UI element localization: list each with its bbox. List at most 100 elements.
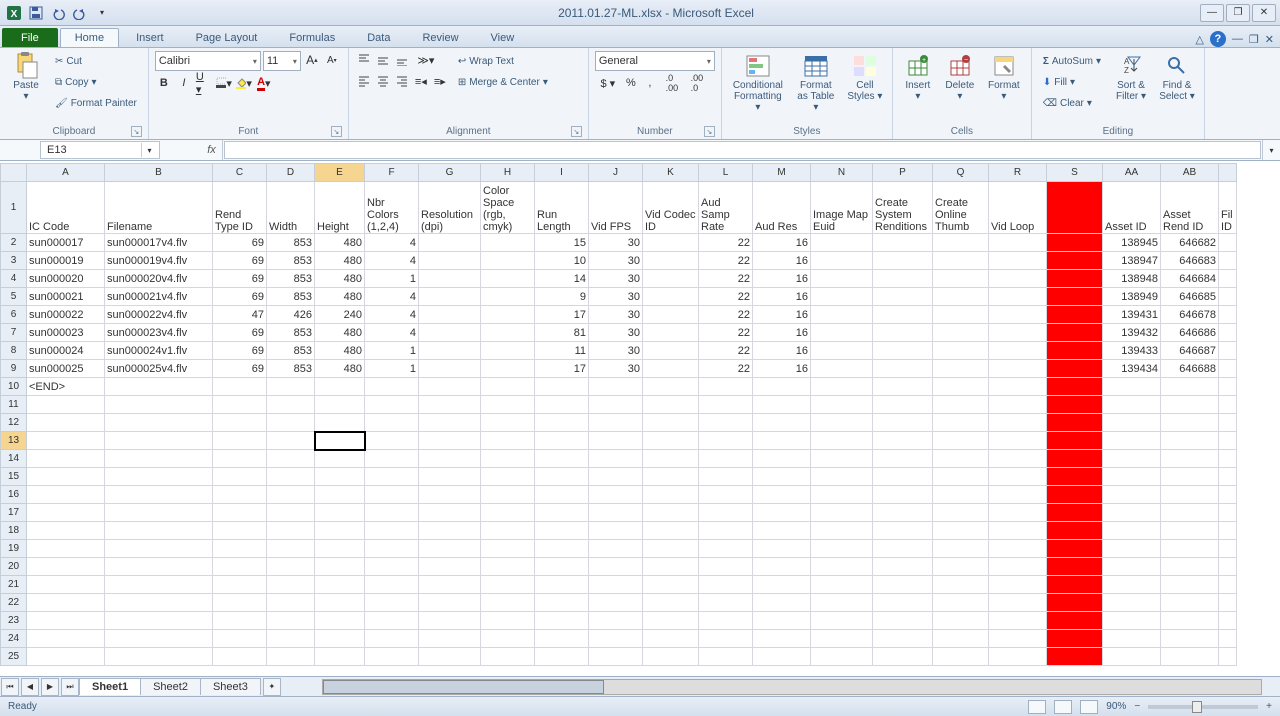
cell-R4[interactable] — [989, 270, 1047, 288]
cell-L23[interactable] — [699, 612, 753, 630]
cell-G4[interactable] — [419, 270, 481, 288]
cell-D5[interactable]: 853 — [267, 288, 315, 306]
cell-L4[interactable]: 22 — [699, 270, 753, 288]
cell-M21[interactable] — [753, 576, 811, 594]
cell-AA23[interactable] — [1103, 612, 1161, 630]
row-header-1[interactable]: 1 — [1, 182, 27, 234]
cell-B18[interactable] — [105, 522, 213, 540]
cell-B6[interactable]: sun000022v4.flv — [105, 306, 213, 324]
col-header-D[interactable]: D — [267, 164, 315, 182]
clipboard-launcher-icon[interactable]: ↘ — [131, 126, 142, 137]
cell-S7[interactable] — [1047, 324, 1103, 342]
cell-R14[interactable] — [989, 450, 1047, 468]
cell-P22[interactable] — [873, 594, 933, 612]
cell-S11[interactable] — [1047, 396, 1103, 414]
cell-AA13[interactable] — [1103, 432, 1161, 450]
cell-A1[interactable]: IC Code — [27, 182, 105, 234]
col-header-P[interactable]: P — [873, 164, 933, 182]
sheet-tab-sheet1[interactable]: Sheet1 — [79, 678, 141, 695]
cell-J2[interactable]: 30 — [589, 234, 643, 252]
cell-P12[interactable] — [873, 414, 933, 432]
cell-E11[interactable] — [315, 396, 365, 414]
cell-F10[interactable] — [365, 378, 419, 396]
cell-E24[interactable] — [315, 630, 365, 648]
cell-M4[interactable]: 16 — [753, 270, 811, 288]
first-sheet-nav-icon[interactable]: ⏮ — [1, 678, 19, 696]
cell-F20[interactable] — [365, 558, 419, 576]
cell-AA16[interactable] — [1103, 486, 1161, 504]
cell-M23[interactable] — [753, 612, 811, 630]
cell-I25[interactable] — [535, 648, 589, 666]
cell-E12[interactable] — [315, 414, 365, 432]
cell-C18[interactable] — [213, 522, 267, 540]
cell-J18[interactable] — [589, 522, 643, 540]
cell-B23[interactable] — [105, 612, 213, 630]
cell-M9[interactable]: 16 — [753, 360, 811, 378]
cell-AA25[interactable] — [1103, 648, 1161, 666]
cell-C16[interactable] — [213, 486, 267, 504]
cell-S3[interactable] — [1047, 252, 1103, 270]
cell-I14[interactable] — [535, 450, 589, 468]
cell-L17[interactable] — [699, 504, 753, 522]
col-header-Q[interactable]: Q — [933, 164, 989, 182]
horizontal-scrollbar[interactable] — [322, 679, 1262, 695]
cell-H19[interactable] — [481, 540, 535, 558]
sheet-tab-sheet2[interactable]: Sheet2 — [140, 678, 201, 695]
cell-G17[interactable] — [419, 504, 481, 522]
cell-S12[interactable] — [1047, 414, 1103, 432]
cell-I8[interactable]: 11 — [535, 342, 589, 360]
row-header-10[interactable]: 10 — [1, 378, 27, 396]
cell-Q19[interactable] — [933, 540, 989, 558]
row-header-5[interactable]: 5 — [1, 288, 27, 306]
cell-S16[interactable] — [1047, 486, 1103, 504]
cell-E20[interactable] — [315, 558, 365, 576]
row-header-12[interactable]: 12 — [1, 414, 27, 432]
cell-C1[interactable]: Rend Type ID — [213, 182, 267, 234]
cell-17[interactable] — [1219, 504, 1237, 522]
cell-H6[interactable] — [481, 306, 535, 324]
cell-G6[interactable] — [419, 306, 481, 324]
cell-5[interactable] — [1219, 288, 1237, 306]
cell-23[interactable] — [1219, 612, 1237, 630]
cell-S18[interactable] — [1047, 522, 1103, 540]
row-header-3[interactable]: 3 — [1, 252, 27, 270]
cell-H17[interactable] — [481, 504, 535, 522]
cell-C5[interactable]: 69 — [213, 288, 267, 306]
col-header-L[interactable]: L — [699, 164, 753, 182]
cell-G11[interactable] — [419, 396, 481, 414]
cell-M24[interactable] — [753, 630, 811, 648]
cell-AB7[interactable]: 646686 — [1161, 324, 1219, 342]
cell-P18[interactable] — [873, 522, 933, 540]
cell-L18[interactable] — [699, 522, 753, 540]
cell-M25[interactable] — [753, 648, 811, 666]
row-header-20[interactable]: 20 — [1, 558, 27, 576]
cell-Q9[interactable] — [933, 360, 989, 378]
expand-formula-bar-icon[interactable]: ▾ — [1262, 140, 1280, 160]
cell-I24[interactable] — [535, 630, 589, 648]
cell-M3[interactable]: 16 — [753, 252, 811, 270]
percent-format-icon[interactable]: % — [622, 74, 640, 92]
cell-3[interactable] — [1219, 252, 1237, 270]
cell-R8[interactable] — [989, 342, 1047, 360]
row-header-22[interactable]: 22 — [1, 594, 27, 612]
cell-AB25[interactable] — [1161, 648, 1219, 666]
cell-P24[interactable] — [873, 630, 933, 648]
cell-F6[interactable]: 4 — [365, 306, 419, 324]
row-header-24[interactable]: 24 — [1, 630, 27, 648]
cell-E23[interactable] — [315, 612, 365, 630]
cell-N2[interactable] — [811, 234, 873, 252]
cell-K6[interactable] — [643, 306, 699, 324]
cell-H20[interactable] — [481, 558, 535, 576]
excel-icon[interactable]: X — [4, 3, 24, 23]
cell-A8[interactable]: sun000024 — [27, 342, 105, 360]
cell-G14[interactable] — [419, 450, 481, 468]
cell-I23[interactable] — [535, 612, 589, 630]
cell-N3[interactable] — [811, 252, 873, 270]
increase-decimal-icon[interactable]: .0.00 — [660, 74, 684, 92]
row-header-14[interactable]: 14 — [1, 450, 27, 468]
cell-Q7[interactable] — [933, 324, 989, 342]
cell-Q25[interactable] — [933, 648, 989, 666]
cell-A13[interactable] — [27, 432, 105, 450]
cell-F21[interactable] — [365, 576, 419, 594]
cell-S4[interactable] — [1047, 270, 1103, 288]
